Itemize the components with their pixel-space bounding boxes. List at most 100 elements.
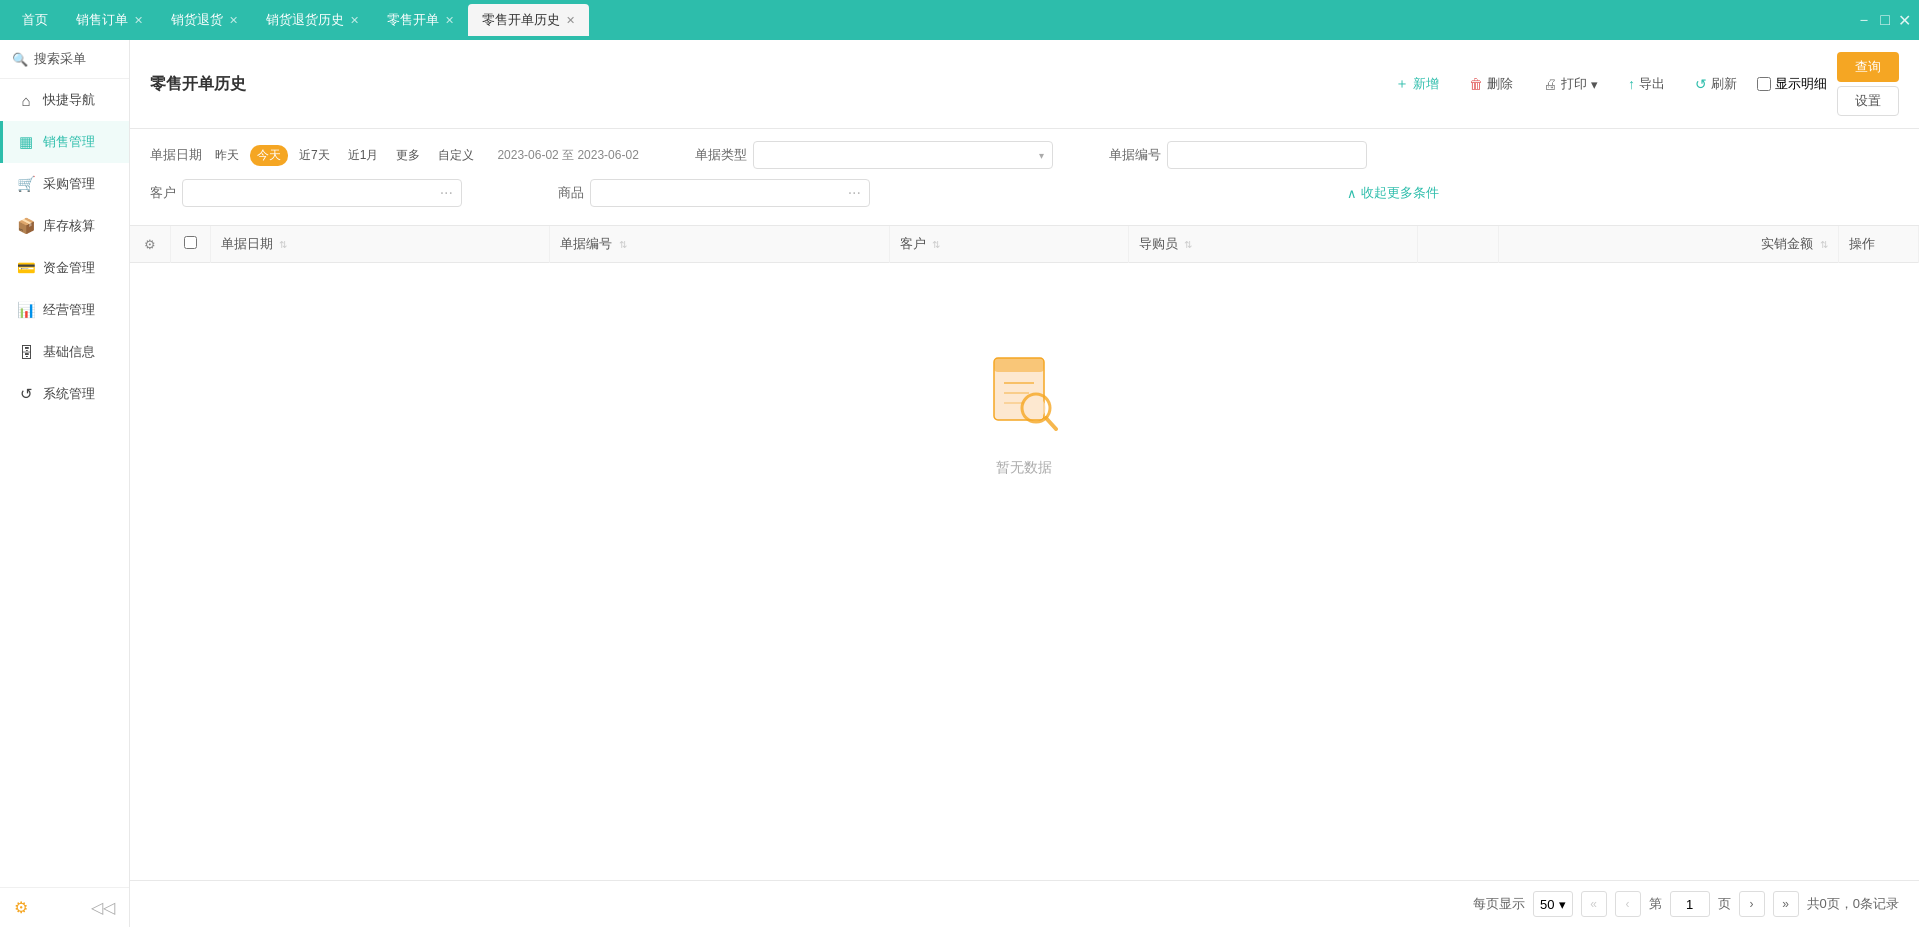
delete-icon: 🗑 bbox=[1469, 76, 1483, 92]
th-settings[interactable]: ⚙ bbox=[130, 226, 170, 263]
tab-retail-open-history-close[interactable]: ✕ bbox=[566, 14, 575, 27]
date-opt-7days[interactable]: 近7天 bbox=[292, 145, 337, 166]
filter-row-1: 单据日期 昨天 今天 近7天 近1月 更多 自定义 2023-06-02 至 2… bbox=[150, 141, 1899, 169]
filter-row-2: 客户 ··· 商品 ··· ∧ 收起更多条件 bbox=[150, 179, 1899, 207]
sidebar-item-inventory[interactable]: 📦 库存核算 bbox=[0, 205, 129, 247]
empty-text: 暂无数据 bbox=[996, 459, 1052, 477]
last-page-button[interactable]: » bbox=[1773, 891, 1799, 917]
close-icon[interactable]: ✕ bbox=[1898, 11, 1911, 30]
filter-area: 单据日期 昨天 今天 近7天 近1月 更多 自定义 2023-06-02 至 2… bbox=[130, 129, 1919, 226]
minimize-icon[interactable]: － bbox=[1856, 10, 1872, 31]
doc-type-label: 单据类型 bbox=[695, 146, 747, 164]
settings-button[interactable]: 设置 bbox=[1837, 86, 1899, 116]
export-button[interactable]: ↑ 导出 bbox=[1618, 70, 1675, 98]
svg-rect-1 bbox=[994, 358, 1044, 372]
first-page-button[interactable]: « bbox=[1581, 891, 1607, 917]
empty-row: 暂无数据 bbox=[130, 263, 1919, 558]
doc-number-input[interactable] bbox=[1167, 141, 1367, 169]
sidebar-item-system[interactable]: ↺ 系统管理 bbox=[0, 373, 129, 415]
delete-button[interactable]: 🗑 删除 bbox=[1459, 70, 1523, 98]
date-opt-more[interactable]: 更多 bbox=[389, 145, 427, 166]
sidebar-item-inventory-label: 库存核算 bbox=[43, 217, 95, 235]
sidebar-item-operations-label: 经营管理 bbox=[43, 301, 95, 319]
tab-sales-return-history-close[interactable]: ✕ bbox=[350, 14, 359, 27]
doc-type-filter-item: 单据类型 ▾ bbox=[695, 141, 1053, 169]
sidebar-item-basic-info[interactable]: 🗄 基础信息 bbox=[0, 331, 129, 373]
sidebar-item-purchase[interactable]: 🛒 采购管理 bbox=[0, 163, 129, 205]
refresh-button[interactable]: ↺ 刷新 bbox=[1685, 70, 1747, 98]
sidebar-search[interactable]: 🔍 搜索采单 bbox=[0, 40, 129, 79]
query-button[interactable]: 查询 bbox=[1837, 52, 1899, 82]
goods-input[interactable]: ··· bbox=[590, 179, 870, 207]
page-number-input[interactable] bbox=[1670, 891, 1710, 917]
th-actions-label: 操作 bbox=[1849, 236, 1875, 251]
date-opt-yesterday[interactable]: 昨天 bbox=[208, 145, 246, 166]
collapse-button[interactable]: ∧ 收起更多条件 bbox=[1347, 180, 1439, 206]
date-filter-label: 单据日期 bbox=[150, 146, 202, 164]
data-table: ⚙ 单据日期 ⇅ 单据编号 ⇅ 客户 bbox=[130, 226, 1919, 557]
print-icon: 🖨 bbox=[1543, 76, 1557, 92]
page-header: 零售开单历史 ＋ 新增 🗑 删除 🖨 打印 ▾ ↑ 导出 bbox=[130, 40, 1919, 129]
th-checkbox[interactable] bbox=[170, 226, 210, 263]
next-page-button[interactable]: › bbox=[1739, 891, 1765, 917]
th-customer-label: 客户 bbox=[900, 236, 926, 251]
th-doc-number[interactable]: 单据编号 ⇅ bbox=[550, 226, 890, 263]
main-layout: 🔍 搜索采单 ⌂ 快捷导航 ▦ 销售管理 🛒 采购管理 📦 库存核算 💳 bbox=[0, 40, 1919, 927]
add-label: 新增 bbox=[1413, 75, 1439, 93]
display-detail-toggle[interactable]: 显示明细 bbox=[1757, 75, 1827, 93]
table-container: ⚙ 单据日期 ⇅ 单据编号 ⇅ 客户 bbox=[130, 226, 1919, 880]
collapse-icon: ∧ bbox=[1347, 186, 1357, 201]
add-button[interactable]: ＋ 新增 bbox=[1385, 70, 1449, 98]
sidebar-item-purchase-label: 采购管理 bbox=[43, 175, 95, 193]
tab-retail-open-history[interactable]: 零售开单历史 ✕ bbox=[468, 4, 589, 36]
sidebar-item-operations[interactable]: 📊 经营管理 bbox=[0, 289, 129, 331]
customer-label: 客户 bbox=[150, 184, 176, 202]
sidebar-collapse-icon[interactable]: ◁◁ bbox=[91, 898, 115, 917]
empty-illustration bbox=[974, 343, 1074, 443]
maximize-icon[interactable]: □ bbox=[1880, 11, 1890, 29]
date-opt-1month[interactable]: 近1月 bbox=[341, 145, 386, 166]
empty-cell: 暂无数据 bbox=[130, 263, 1919, 558]
th-doc-number-label: 单据编号 bbox=[560, 236, 612, 251]
display-detail-checkbox[interactable] bbox=[1757, 77, 1771, 91]
finance-icon: 💳 bbox=[17, 259, 35, 277]
tab-retail-open-close[interactable]: ✕ bbox=[445, 14, 454, 27]
sidebar-bottom: ⚙ ◁◁ bbox=[0, 887, 129, 927]
date-opt-today[interactable]: 今天 bbox=[250, 145, 288, 166]
purchase-icon: 🛒 bbox=[17, 175, 35, 193]
pagination: 每页显示 50 ▾ « ‹ 第 页 › » 共0页，0条记录 bbox=[130, 880, 1919, 927]
print-button[interactable]: 🖨 打印 ▾ bbox=[1533, 70, 1608, 98]
doc-type-select[interactable]: ▾ bbox=[753, 141, 1053, 169]
th-customer[interactable]: 客户 ⇅ bbox=[889, 226, 1128, 263]
actual-amount-sort-icon: ⇅ bbox=[1820, 239, 1828, 250]
date-opt-custom[interactable]: 自定义 bbox=[431, 145, 481, 166]
tab-home[interactable]: 首页 bbox=[8, 4, 62, 36]
tab-sales-order-close[interactable]: ✕ bbox=[134, 14, 143, 27]
tab-sales-return[interactable]: 销货退货 ✕ bbox=[157, 4, 252, 36]
collapse-label: 收起更多条件 bbox=[1361, 184, 1439, 202]
sidebar-item-quick-nav[interactable]: ⌂ 快捷导航 bbox=[0, 79, 129, 121]
prev-page-button[interactable]: ‹ bbox=[1615, 891, 1641, 917]
tab-sales-return-history[interactable]: 销货退货历史 ✕ bbox=[252, 4, 373, 36]
home-icon: ⌂ bbox=[17, 92, 35, 109]
tab-home-label: 首页 bbox=[22, 11, 48, 29]
tab-retail-open[interactable]: 零售开单 ✕ bbox=[373, 4, 468, 36]
select-all-checkbox[interactable] bbox=[184, 236, 197, 249]
th-doc-date[interactable]: 单据日期 ⇅ bbox=[210, 226, 550, 263]
tab-sales-return-close[interactable]: ✕ bbox=[229, 14, 238, 27]
system-icon: ↺ bbox=[17, 385, 35, 403]
customer-input[interactable]: ··· bbox=[182, 179, 462, 207]
table-header-row: ⚙ 单据日期 ⇅ 单据编号 ⇅ 客户 bbox=[130, 226, 1919, 263]
sidebar-search-label: 搜索采单 bbox=[34, 50, 86, 68]
th-salesperson[interactable]: 导购员 ⇅ bbox=[1128, 226, 1417, 263]
th-actual-amount[interactable]: 实销金额 ⇅ bbox=[1499, 226, 1839, 263]
page-size-select[interactable]: 50 ▾ bbox=[1533, 891, 1572, 917]
date-range-display: 2023-06-02 至 2023-06-02 bbox=[497, 147, 638, 164]
svg-line-7 bbox=[1046, 418, 1056, 429]
sidebar-item-sales[interactable]: ▦ 销售管理 bbox=[0, 121, 129, 163]
page-title: 零售开单历史 bbox=[150, 74, 246, 95]
sidebar-item-finance[interactable]: 💳 资金管理 bbox=[0, 247, 129, 289]
settings-gear-icon[interactable]: ⚙ bbox=[14, 898, 28, 917]
tab-sales-order[interactable]: 销售订单 ✕ bbox=[62, 4, 157, 36]
sales-icon: ▦ bbox=[17, 133, 35, 151]
